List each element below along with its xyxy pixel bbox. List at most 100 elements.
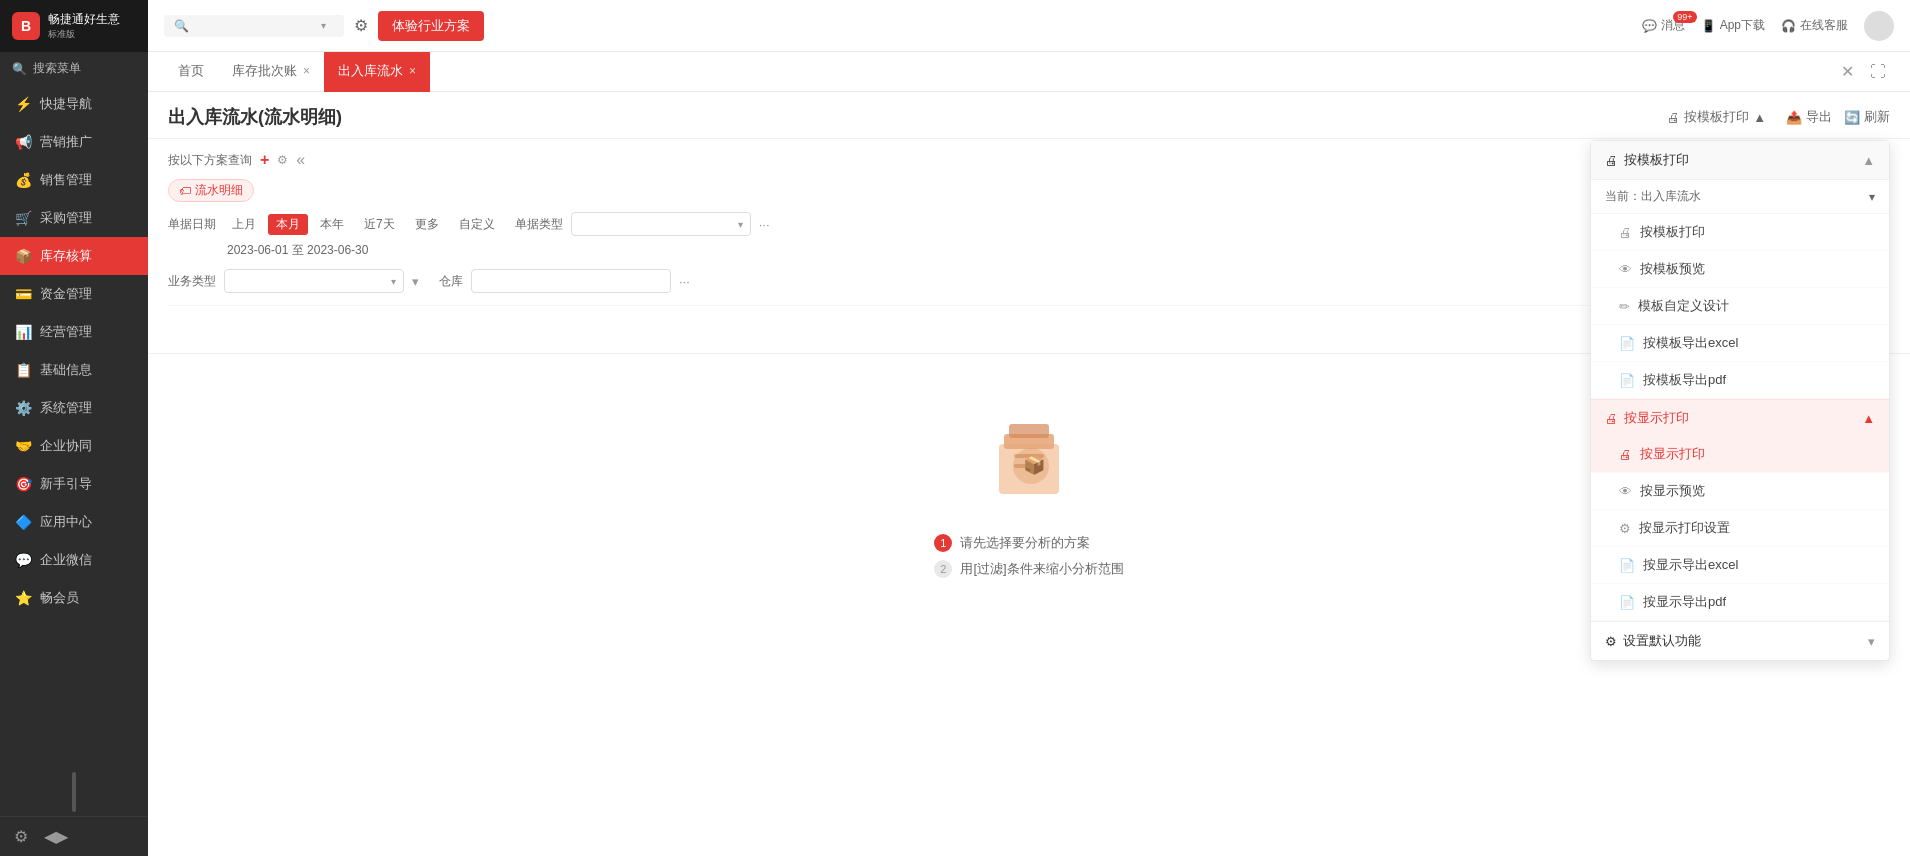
display-section-chevron-up-icon: ▲ bbox=[1862, 411, 1875, 426]
print-dropdown-panel: 🖨 按模板打印 ▲ 当前：出入库流水 ▾ bbox=[1590, 140, 1890, 661]
enterprise-icon: 🤝 bbox=[14, 438, 32, 454]
display-preview-label: 按显示预览 bbox=[1640, 482, 1705, 500]
logo-icon: B bbox=[12, 12, 40, 40]
logo-app-name: 畅捷通好生意 bbox=[48, 11, 120, 28]
date-option-custom[interactable]: 自定义 bbox=[451, 214, 503, 235]
date-option-last-month[interactable]: 上月 bbox=[224, 214, 264, 235]
sidebar-item-marketing[interactable]: 📢 营销推广 bbox=[0, 123, 148, 161]
template-custom-label: 模板自定义设计 bbox=[1638, 297, 1729, 315]
industry-button[interactable]: 体验行业方案 bbox=[378, 11, 484, 41]
sidebar-item-label: 企业微信 bbox=[40, 551, 92, 569]
quick-nav-icon: ⚡ bbox=[14, 96, 32, 112]
date-options: 上月 本月 本年 近7天 更多 自定义 bbox=[224, 214, 503, 235]
sidebar-item-quick-nav[interactable]: ⚡ 快捷导航 bbox=[0, 85, 148, 123]
empty-step-2: 2 用[过滤]条件来缩小分析范围 bbox=[934, 560, 1123, 578]
filter-row-doc-type: 单据类型 ··· bbox=[515, 212, 770, 236]
sidebar-item-enterprise[interactable]: 🤝 企业协同 bbox=[0, 427, 148, 465]
tab-flow-detail[interactable]: 出入库流水 × bbox=[324, 52, 430, 92]
dropdown-item-display-preview[interactable]: 👁 按显示预览 bbox=[1591, 473, 1889, 510]
purchase-icon: 🛒 bbox=[14, 210, 32, 226]
sidebar-item-system[interactable]: ⚙️ 系统管理 bbox=[0, 389, 148, 427]
filter-tag[interactable]: 🏷 流水明细 bbox=[168, 179, 254, 202]
sidebar-item-wecom[interactable]: 💬 企业微信 bbox=[0, 541, 148, 579]
dropdown-footer-expand-icon[interactable]: ▾ bbox=[1868, 634, 1875, 649]
tab-flow-detail-close[interactable]: × bbox=[409, 64, 416, 78]
phone-icon: 📱 bbox=[1701, 19, 1716, 33]
biz-type-chevron-icon[interactable]: ▾ bbox=[412, 274, 419, 289]
dropdown-item-template-pdf[interactable]: 📄 按模板导出pdf bbox=[1591, 362, 1889, 399]
topbar-gear-icon[interactable]: ⚙ bbox=[354, 16, 368, 35]
printer-icon: 🖨 bbox=[1667, 110, 1680, 125]
print-button[interactable]: 🖨 按模板打印 ▲ bbox=[1659, 104, 1774, 130]
sidebar-item-basic-info[interactable]: 📋 基础信息 bbox=[0, 351, 148, 389]
doc-type-select[interactable] bbox=[571, 212, 751, 236]
dropdown-sub-chevron-icon[interactable]: ▾ bbox=[1869, 190, 1875, 204]
template-section: 🖨 按模板打印 👁 按模板预览 ✏ 模板自定义设计 bbox=[1591, 214, 1889, 399]
dropdown-item-display-settings[interactable]: ⚙ 按显示打印设置 bbox=[1591, 510, 1889, 547]
dropdown-title: 🖨 按模板打印 bbox=[1605, 151, 1689, 169]
headset-icon: 🎧 bbox=[1781, 19, 1796, 33]
tab-home[interactable]: 首页 bbox=[164, 52, 218, 92]
date-option-this-month[interactable]: 本月 bbox=[268, 214, 308, 235]
message-icon: 💬 bbox=[1642, 19, 1657, 33]
topbar-search-input[interactable] bbox=[195, 19, 315, 33]
sidebar-item-app-center[interactable]: 🔷 应用中心 bbox=[0, 503, 148, 541]
collapse-sidebar-icon[interactable]: ◀▶ bbox=[44, 827, 68, 846]
app-download-button[interactable]: 📱 App下载 bbox=[1701, 17, 1765, 34]
sidebar-search[interactable]: 🔍 搜索菜单 bbox=[0, 52, 148, 85]
tab-batch-account[interactable]: 库存批次账 × bbox=[218, 52, 324, 92]
sidebar-item-purchase[interactable]: 🛒 采购管理 bbox=[0, 199, 148, 237]
dropdown-item-display-print[interactable]: 🖨 按显示打印 bbox=[1591, 436, 1889, 473]
date-option-more[interactable]: 更多 bbox=[407, 214, 447, 235]
display-print-icon: 🖨 bbox=[1619, 447, 1632, 462]
date-option-7days[interactable]: 近7天 bbox=[356, 214, 403, 235]
warehouse-more-icon[interactable]: ··· bbox=[679, 274, 690, 289]
finance-icon: 💳 bbox=[14, 286, 32, 302]
biz-type-label: 业务类型 bbox=[168, 273, 216, 290]
export-button[interactable]: 📤 导出 bbox=[1786, 108, 1832, 126]
print-chevron-up-icon: ▲ bbox=[1753, 110, 1766, 125]
biz-type-select-wrapper bbox=[224, 269, 404, 293]
sidebar-item-guide[interactable]: 🎯 新手引导 bbox=[0, 465, 148, 503]
date-option-this-year[interactable]: 本年 bbox=[312, 214, 352, 235]
settings-icon[interactable]: ⚙ bbox=[14, 827, 28, 846]
dropdown-item-template-excel[interactable]: 📄 按模板导出excel bbox=[1591, 325, 1889, 362]
dropdown-item-display-excel[interactable]: 📄 按显示导出excel bbox=[1591, 547, 1889, 584]
dropdown-item-template-custom[interactable]: ✏ 模板自定义设计 bbox=[1591, 288, 1889, 325]
sidebar-item-inventory[interactable]: 📦 库存核算 bbox=[0, 237, 148, 275]
online-service-label: 在线客服 bbox=[1800, 17, 1848, 34]
tab-expand-icon[interactable]: ⛶ bbox=[1862, 63, 1894, 81]
display-section-header[interactable]: 🖨 按显示打印 ▲ bbox=[1591, 399, 1889, 436]
dropdown-item-template-print[interactable]: 🖨 按模板打印 bbox=[1591, 214, 1889, 251]
refresh-button[interactable]: 🔄 刷新 bbox=[1844, 108, 1890, 126]
dropdown-item-display-pdf[interactable]: 📄 按显示导出pdf bbox=[1591, 584, 1889, 621]
sidebar-item-finance[interactable]: 💳 资金管理 bbox=[0, 275, 148, 313]
dropdown-item-template-preview[interactable]: 👁 按模板预览 bbox=[1591, 251, 1889, 288]
user-avatar[interactable] bbox=[1864, 11, 1894, 41]
filter-collapse-icon[interactable]: « bbox=[296, 151, 305, 169]
template-pdf-label: 按模板导出pdf bbox=[1643, 371, 1726, 389]
messages-button[interactable]: 💬 消息 99+ bbox=[1642, 17, 1685, 34]
search-chevron-icon: ▾ bbox=[321, 20, 326, 31]
template-preview-icon: 👁 bbox=[1619, 262, 1632, 277]
dropdown-collapse-icon[interactable]: ▲ bbox=[1862, 153, 1875, 168]
tab-batch-account-close[interactable]: × bbox=[303, 64, 310, 78]
filter-tag-icon: 🏷 bbox=[179, 184, 191, 198]
sidebar-item-operations[interactable]: 📊 经营管理 bbox=[0, 313, 148, 351]
sidebar-item-member[interactable]: ⭐ 畅会员 bbox=[0, 579, 148, 617]
sidebar-item-label: 企业协同 bbox=[40, 437, 92, 455]
display-excel-label: 按显示导出excel bbox=[1643, 556, 1738, 574]
sidebar-item-sales[interactable]: 💰 销售管理 bbox=[0, 161, 148, 199]
doc-type-more-icon[interactable]: ··· bbox=[759, 217, 770, 232]
template-print-icon: 🖨 bbox=[1619, 225, 1632, 240]
online-service-button[interactable]: 🎧 在线客服 bbox=[1781, 17, 1848, 34]
app-logo: B 畅捷通好生意 标准版 bbox=[0, 0, 148, 52]
template-pdf-icon: 📄 bbox=[1619, 373, 1635, 388]
filter-settings-icon[interactable]: ⚙ bbox=[277, 153, 288, 167]
sidebar-item-label: 系统管理 bbox=[40, 399, 92, 417]
filter-add-button[interactable]: + bbox=[260, 151, 269, 169]
dropdown-header: 🖨 按模板打印 ▲ bbox=[1591, 141, 1889, 180]
biz-type-select[interactable] bbox=[224, 269, 404, 293]
tab-window-close-icon[interactable]: ✕ bbox=[1833, 62, 1862, 81]
warehouse-input[interactable] bbox=[471, 269, 671, 293]
